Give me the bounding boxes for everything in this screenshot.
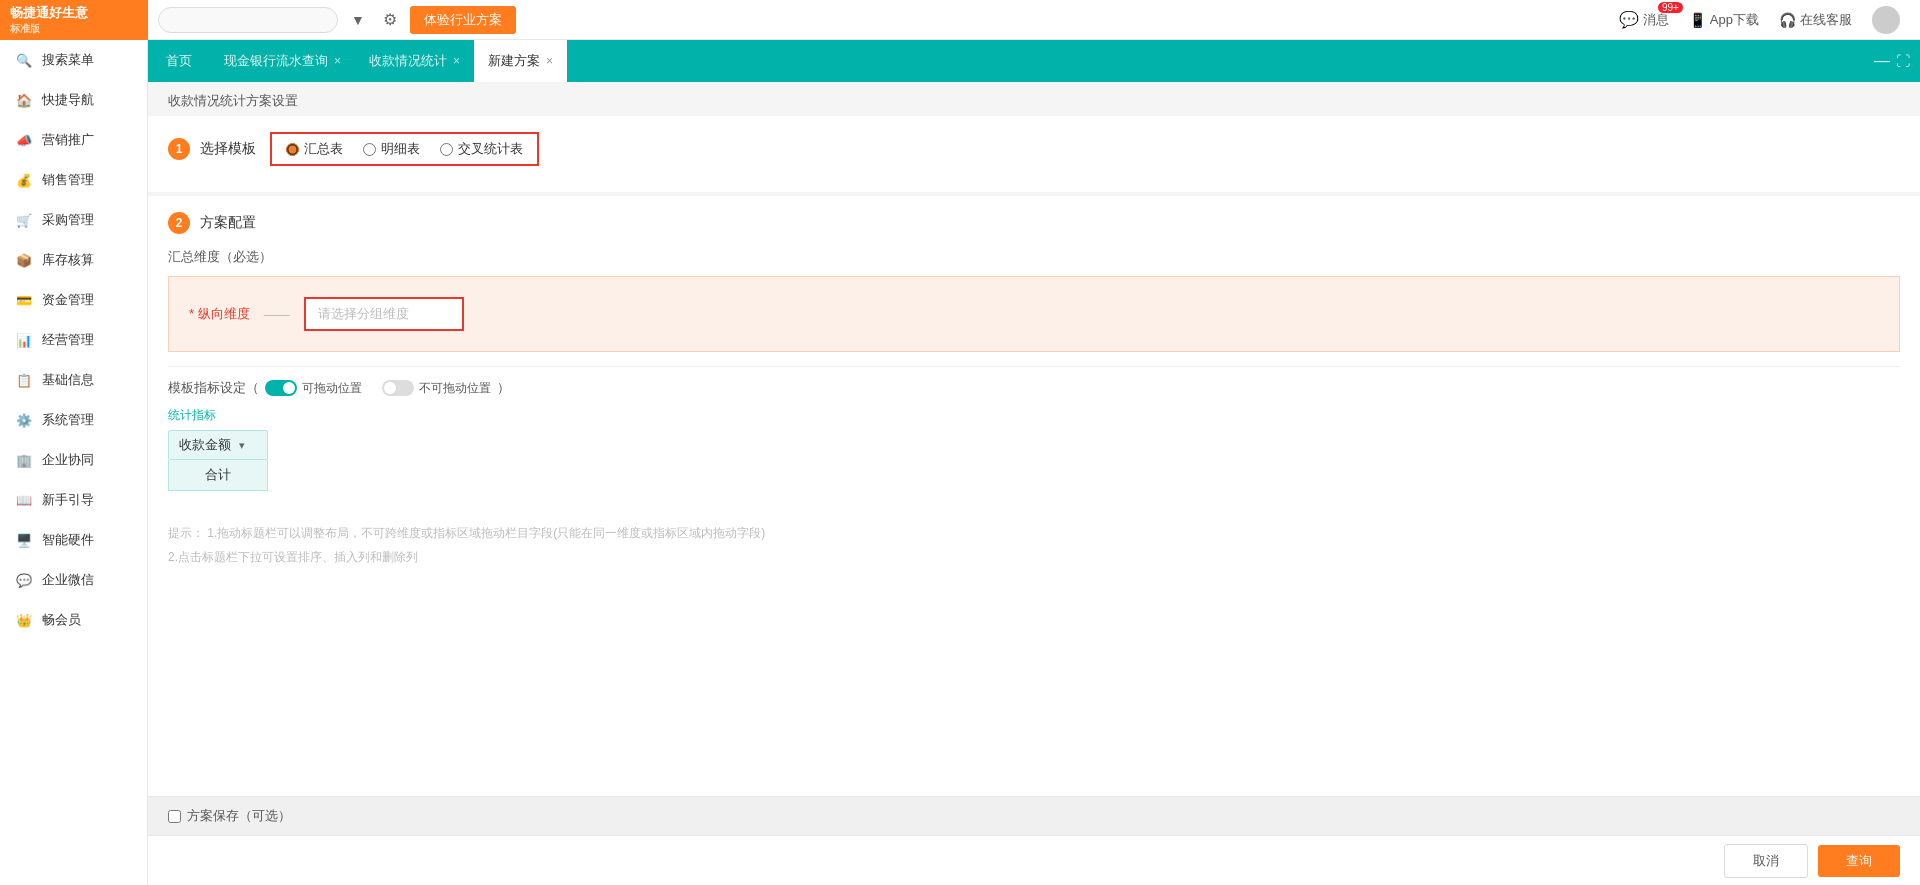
sidebar-item-inventory[interactable]: 📦 库存核算 (0, 240, 147, 280)
trial-industry-btn[interactable]: 体验行业方案 (410, 6, 516, 34)
metric-cell: 合计 (168, 460, 268, 491)
app-download-btn[interactable]: 📱 App下载 (1689, 11, 1759, 29)
hints-area: 提示： 1.拖动标题栏可以调整布局，不可跨维度或指标区域拖动栏目字段(只能在同一… (168, 521, 1900, 569)
wechat-icon: 💬 (16, 573, 32, 588)
sidebar-item-enterprise[interactable]: 🏢 企业协同 (0, 440, 147, 480)
tab-close-bank-flow[interactable]: × (334, 54, 341, 68)
radio-detail-input[interactable] (363, 143, 376, 156)
tab-close-new-plan[interactable]: × (546, 54, 553, 68)
save-checkbox[interactable] (168, 810, 181, 823)
metric-chevron-icon: ▾ (239, 439, 245, 452)
inventory-icon: 📦 (16, 253, 32, 268)
dimension-area: * 纵向维度 —— 请选择分组维度 (168, 276, 1900, 352)
page-title-bar: 收款情况统计方案设置 (148, 82, 1920, 116)
step1-title: 选择模板 (200, 140, 256, 158)
sidebar-item-sales[interactable]: 💰 销售管理 (0, 160, 147, 200)
radio-summary-input[interactable] (286, 143, 299, 156)
cancel-button[interactable]: 取消 (1724, 844, 1808, 878)
radio-cross[interactable]: 交叉统计表 (440, 140, 523, 158)
search-input[interactable] (158, 7, 338, 33)
tab-bank-flow[interactable]: 现金银行流水查询 × (210, 40, 355, 82)
radio-detail[interactable]: 明细表 (363, 140, 420, 158)
metrics-section: 模板指标设定（ 可拖动位置 (168, 366, 1900, 491)
online-service-btn[interactable]: 🎧 在线客服 (1779, 11, 1852, 29)
tab-new-plan[interactable]: 新建方案 × (474, 40, 567, 82)
undraggable-toggle[interactable]: 不可拖动位置 (382, 380, 491, 397)
content-area: 首页 现金银行流水查询 × 收款情况统计 × 新建方案 × — ⛶ (148, 40, 1920, 885)
arrow-icon: —— (264, 307, 290, 322)
sidebar-item-vip[interactable]: 👑 畅会员 (0, 600, 147, 640)
message-badge: 99+ (1658, 2, 1683, 13)
query-button[interactable]: 查询 (1818, 845, 1900, 877)
radio-cross-input[interactable] (440, 143, 453, 156)
service-label: 在线客服 (1800, 11, 1852, 29)
search-dropdown-btn[interactable]: ▼ (346, 8, 370, 32)
step2-number: 2 (168, 212, 190, 234)
message-icon: 💬 (1619, 10, 1639, 29)
sidebar: 🔍 搜索菜单 🏠 快捷导航 📣 营销推广 💰 销售管理 🛒 采购管理 📦 库存核… (0, 40, 148, 885)
basic-info-icon: 📋 (16, 373, 32, 388)
hint-line1: 提示： 1.拖动标题栏可以调整布局，不可跨维度或指标区域拖动栏目字段(只能在同一… (168, 521, 1900, 545)
undraggable-label: 不可拖动位置 (419, 380, 491, 397)
dimension-select[interactable]: 请选择分组维度 (304, 297, 464, 331)
hardware-icon: 🖥️ (16, 533, 32, 548)
bottom-save-bar: 方案保存（可选） (148, 796, 1920, 835)
save-option[interactable]: 方案保存（可选） (168, 807, 291, 825)
tab-close-receipt-stats[interactable]: × (453, 54, 460, 68)
tab-home[interactable]: 首页 (148, 40, 210, 82)
service-icon: 🎧 (1779, 12, 1796, 28)
hint-line2: 2.点击标题栏下拉可设置排序、插入列和删除列 (168, 545, 1900, 569)
system-icon: ⚙️ (16, 413, 32, 428)
user-avatar[interactable] (1872, 6, 1900, 34)
logo-subtitle: 标准版 (10, 22, 88, 36)
step2-section: 2 方案配置 汇总维度（必选） * 纵向维度 —— 请选择分组维度 (148, 196, 1920, 796)
tab-maximize-btn[interactable]: ⛶ (1896, 53, 1910, 69)
sidebar-item-purchase[interactable]: 🛒 采购管理 (0, 200, 147, 240)
dimension-label: 汇总维度（必选） (168, 248, 1900, 266)
marketing-icon: 📣 (16, 133, 32, 148)
sales-icon: 💰 (16, 173, 32, 188)
search-menu-icon: 🔍 (16, 53, 32, 68)
sidebar-item-basic-info[interactable]: 📋 基础信息 (0, 360, 147, 400)
guide-icon: 📖 (16, 493, 32, 508)
settings-gear-btn[interactable]: ⚙ (378, 8, 402, 32)
vip-icon: 👑 (16, 613, 32, 628)
sidebar-item-marketing[interactable]: 📣 营销推广 (0, 120, 147, 160)
tab-minimize-btn[interactable]: — (1874, 52, 1890, 70)
sidebar-item-guide[interactable]: 📖 新手引导 (0, 480, 147, 520)
download-icon: 📱 (1689, 12, 1706, 28)
page-title: 收款情况统计方案设置 (168, 93, 298, 108)
tab-receipt-stats[interactable]: 收款情况统计 × (355, 40, 474, 82)
message-btn[interactable]: 💬 消息 99+ (1619, 10, 1669, 29)
sidebar-item-quick-nav[interactable]: 🏠 快捷导航 (0, 80, 147, 120)
sidebar-item-finance[interactable]: 💳 资金管理 (0, 280, 147, 320)
radio-summary[interactable]: 汇总表 (286, 140, 343, 158)
metric-tag-row[interactable]: 收款金额 ▾ (168, 430, 268, 460)
sidebar-item-hardware[interactable]: 🖥️ 智能硬件 (0, 520, 147, 560)
sidebar-item-wechat[interactable]: 💬 企业微信 (0, 560, 147, 600)
step2-title: 方案配置 (200, 214, 256, 232)
logo-area: 畅捷通好生意 标准版 (0, 0, 148, 40)
step1-section: 1 选择模板 汇总表 明细表 (148, 116, 1920, 192)
download-label: App下载 (1710, 11, 1759, 29)
draggable-label: 可拖动位置 (302, 380, 362, 397)
message-label: 消息 (1643, 11, 1669, 29)
vertical-dimension-label: * 纵向维度 (189, 305, 250, 323)
sidebar-item-operations[interactable]: 📊 经营管理 (0, 320, 147, 360)
finance-icon: 💳 (16, 293, 32, 308)
draggable-toggle[interactable]: 可拖动位置 (265, 380, 362, 397)
sidebar-item-system[interactable]: ⚙️ 系统管理 (0, 400, 147, 440)
quick-nav-icon: 🏠 (16, 93, 32, 108)
metrics-section-label: 模板指标设定（ (168, 379, 259, 397)
purchase-icon: 🛒 (16, 213, 32, 228)
logo-text: 畅捷通好生意 (10, 4, 88, 22)
tab-bar: 首页 现金银行流水查询 × 收款情况统计 × 新建方案 × — ⛶ (148, 40, 1920, 82)
step1-number: 1 (168, 138, 190, 160)
operations-icon: 📊 (16, 333, 32, 348)
sidebar-item-search[interactable]: 🔍 搜索菜单 (0, 40, 147, 80)
metrics-category-label: 统计指标 (168, 407, 1900, 424)
enterprise-icon: 🏢 (16, 453, 32, 468)
footer-actions: 取消 查询 (148, 835, 1920, 885)
